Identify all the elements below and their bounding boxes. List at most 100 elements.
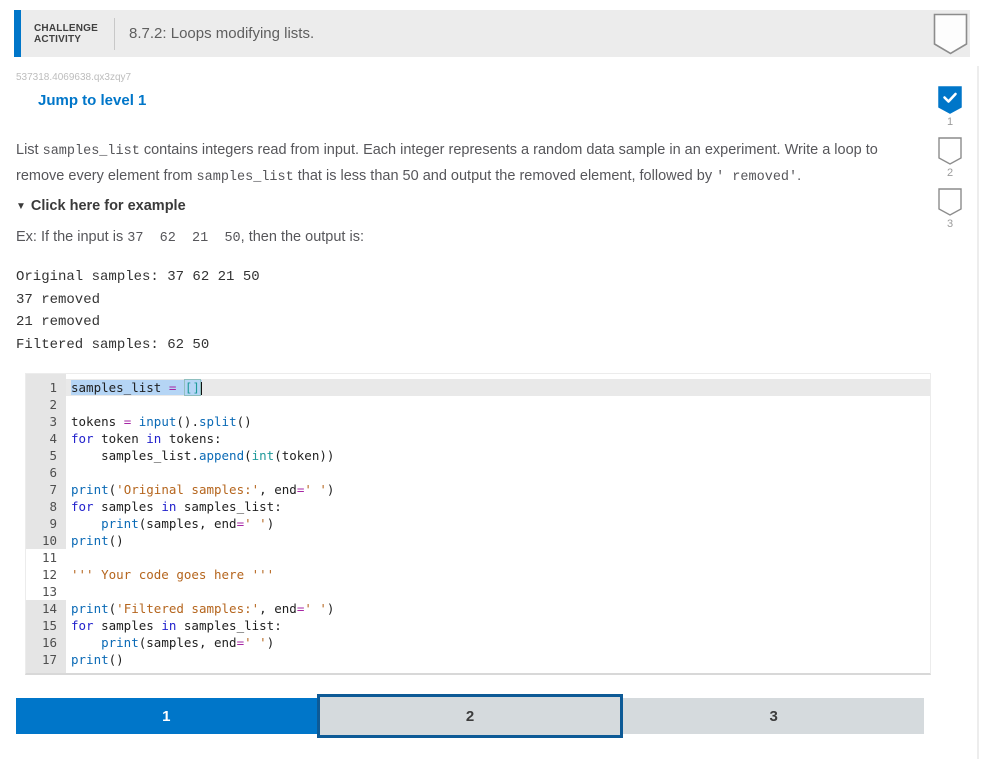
level-1-complete-shield-icon	[938, 86, 962, 114]
line-number: 13	[26, 583, 66, 600]
level-indicator-2[interactable]: 2	[938, 137, 962, 179]
code-line[interactable]: 5 samples_list.append(int(token))	[26, 447, 930, 464]
line-number: 3	[26, 413, 66, 430]
code-token: , end	[259, 601, 297, 616]
activity-title: 8.7.2: Loops modifying lists.	[129, 25, 314, 42]
code-token: input	[139, 414, 177, 429]
example-toggle[interactable]: ▼Click here for example	[16, 198, 186, 214]
code-line[interactable]: 8for samples in samples_list:	[26, 498, 930, 515]
level-2-button[interactable]: 2	[317, 694, 624, 738]
code-token: samples_list	[71, 380, 169, 395]
code-token: print	[71, 533, 109, 548]
code-line[interactable]: 11	[26, 549, 930, 566]
code-text: print('Filtered samples:', end=' ')	[66, 600, 930, 617]
code-line[interactable]: 14print('Filtered samples:', end=' ')	[26, 600, 930, 617]
code-text: print()	[66, 532, 930, 549]
line-number: 17	[26, 651, 66, 668]
code-line[interactable]: 12''' Your code goes here '''	[26, 566, 930, 583]
level-2-label: 2	[947, 167, 953, 179]
line-number: 15	[26, 617, 66, 634]
badge-line-1: CHALLENGE	[34, 23, 98, 34]
line-number: 12	[26, 566, 66, 583]
level-2-shield-icon	[938, 137, 962, 165]
code-token: ()	[109, 533, 124, 548]
level-3-label: 3	[947, 218, 953, 230]
code-text: samples_list.append(int(token))	[66, 447, 930, 464]
example-output-block: Original samples: 37 62 21 5037 removed2…	[16, 266, 260, 356]
code-text: tokens = input().split()	[66, 413, 930, 430]
level-progress-bar: 1 2 3	[16, 698, 924, 734]
line-number: 9	[26, 515, 66, 532]
code-text	[66, 464, 930, 481]
line-number: 1	[26, 379, 66, 396]
code-padding	[66, 668, 930, 675]
code-token: in	[161, 499, 176, 514]
code-token: token	[94, 431, 147, 446]
jump-to-level-link[interactable]: Jump to level 1	[38, 92, 146, 109]
text-part: .	[797, 168, 801, 184]
code-token: ' '	[304, 601, 327, 616]
header-divider	[114, 18, 115, 50]
line-number: 2	[26, 396, 66, 413]
code-line[interactable]: 15for samples in samples_list:	[26, 617, 930, 634]
code-token: int	[252, 448, 275, 463]
code-text: print('Original samples:', end=' ')	[66, 481, 930, 498]
code-text: print(samples, end=' ')	[66, 515, 930, 532]
code-token: tokens:	[161, 431, 221, 446]
level-indicator-3[interactable]: 3	[938, 188, 962, 230]
code-text	[66, 549, 930, 566]
problem-description: List samples_list contains integers read…	[16, 138, 928, 190]
code-line[interactable]: 9 print(samples, end=' ')	[26, 515, 930, 532]
code-token: ().	[176, 414, 199, 429]
line-number: 5	[26, 447, 66, 464]
level-indicator-1[interactable]: 1	[938, 86, 962, 128]
text-cursor	[201, 382, 202, 395]
code-editor[interactable]: 1samples_list = []23tokens = input().spl…	[25, 373, 931, 675]
code-line[interactable]: 1samples_list = []	[26, 379, 930, 396]
line-number: 8	[26, 498, 66, 515]
level-3-button[interactable]: 3	[623, 698, 924, 734]
code-text: ''' Your code goes here '''	[66, 566, 930, 583]
code-text: for token in tokens:	[66, 430, 930, 447]
code-line[interactable]: 7print('Original samples:', end=' ')	[26, 481, 930, 498]
line-number: 10	[26, 532, 66, 549]
badge-line-2: ACTIVITY	[34, 34, 98, 45]
code-line[interactable]: 3tokens = input().split()	[26, 413, 930, 430]
code-token: samples	[94, 499, 162, 514]
right-rail-divider	[977, 66, 979, 759]
code-token	[131, 414, 139, 429]
code-line[interactable]: 4for token in tokens:	[26, 430, 930, 447]
code-line[interactable]: 2	[26, 396, 930, 413]
code-token: )	[327, 482, 335, 497]
inline-code: samples_list	[43, 144, 140, 159]
example-toggle-label: Click here for example	[31, 198, 186, 214]
level-indicator-rail: 1 2 3	[936, 86, 964, 239]
code-token: append	[199, 448, 244, 463]
code-token: =	[237, 635, 245, 650]
line-number: 11	[26, 549, 66, 566]
code-line[interactable]: 10print()	[26, 532, 930, 549]
code-line[interactable]: 13	[26, 583, 930, 600]
code-token: print	[101, 635, 139, 650]
code-token: in	[146, 431, 161, 446]
example-output-line: Original samples: 37 62 21 50	[16, 266, 260, 289]
code-token: (samples, end	[139, 516, 237, 531]
code-token: print	[71, 652, 109, 667]
example-output-line: Filtered samples: 62 50	[16, 334, 260, 357]
code-token: print	[71, 601, 109, 616]
code-token: 'Original samples:'	[116, 482, 259, 497]
code-token: split	[199, 414, 237, 429]
code-token: for	[71, 618, 94, 633]
code-line[interactable]: 6	[26, 464, 930, 481]
code-line[interactable]: 16 print(samples, end=' ')	[26, 634, 930, 651]
code-line[interactable]: 17print()	[26, 651, 930, 668]
inline-code: ' removed'	[716, 170, 797, 185]
code-token: ' '	[244, 635, 267, 650]
level-1-button[interactable]: 1	[16, 698, 317, 734]
example-output-line: 37 removed	[16, 289, 260, 312]
level-1-label: 1	[947, 116, 953, 128]
code-token: ()	[237, 414, 252, 429]
code-token: )	[327, 601, 335, 616]
line-number: 4	[26, 430, 66, 447]
level-3-shield-icon	[938, 188, 962, 216]
